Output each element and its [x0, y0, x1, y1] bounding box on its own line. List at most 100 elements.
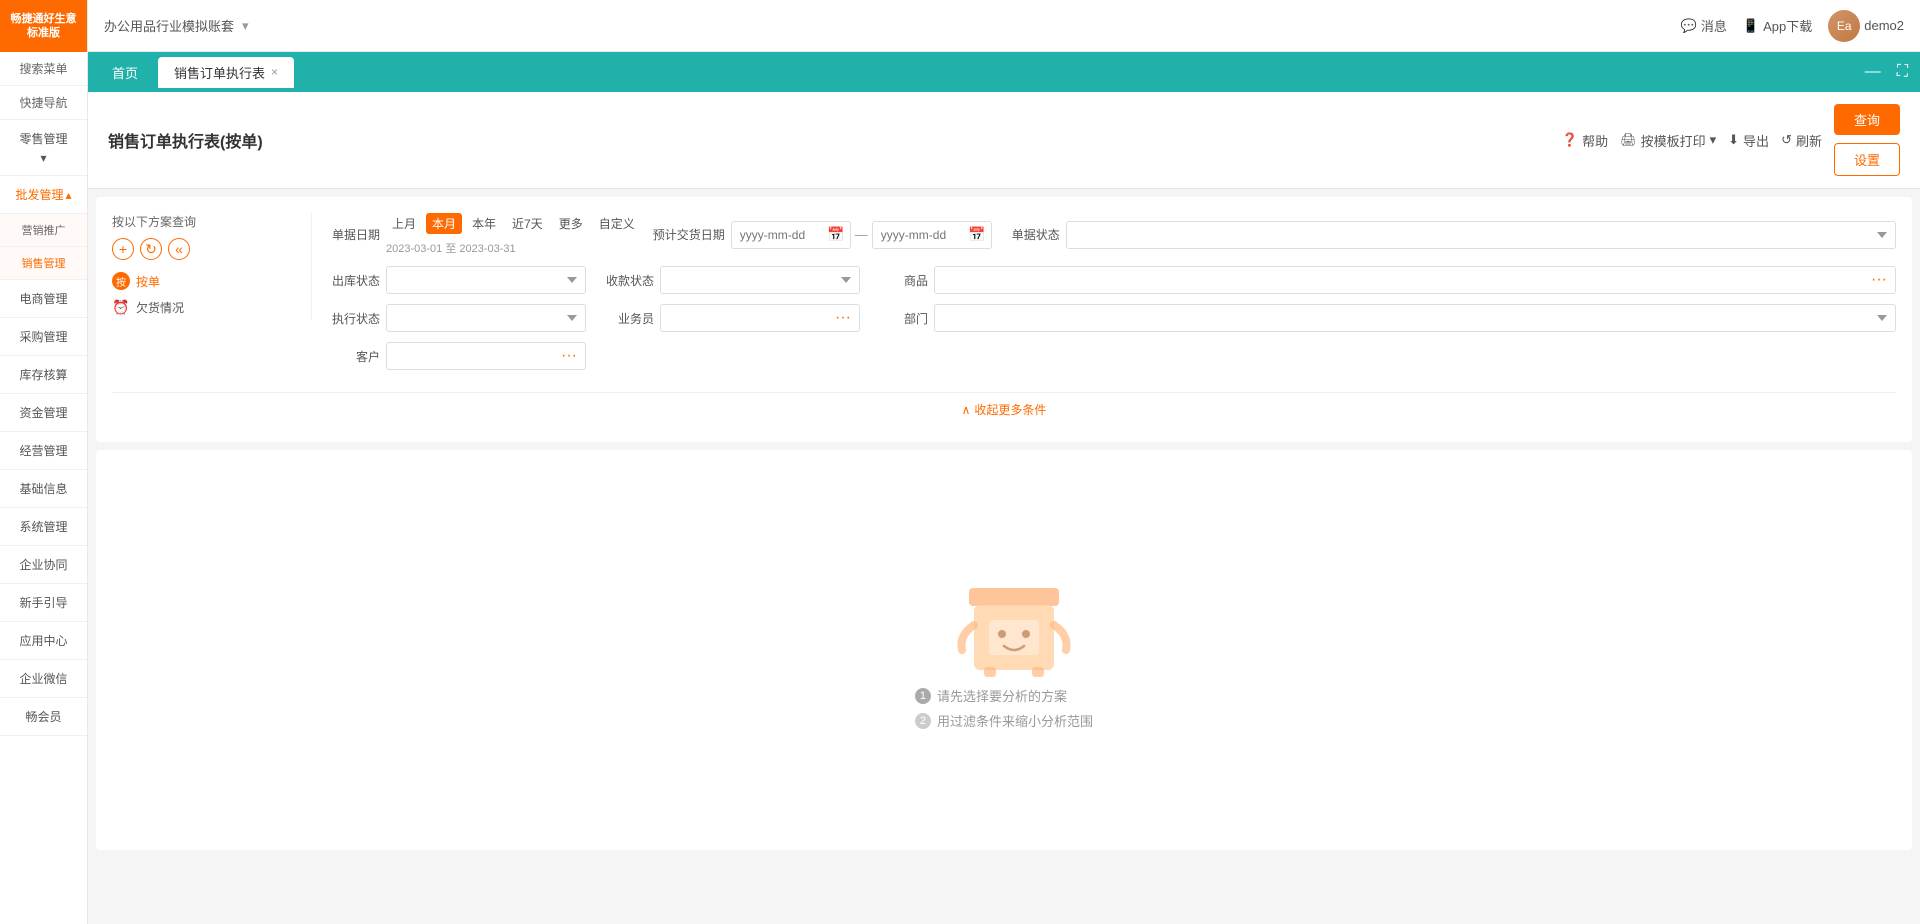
tabbar-actions: — ⛶: [1861, 59, 1912, 85]
exec-status-select[interactable]: [386, 304, 586, 332]
customer-dots-button[interactable]: ···: [561, 347, 577, 365]
bill-status-select[interactable]: [1066, 221, 1896, 249]
avatar: Ea: [1828, 10, 1860, 42]
tab-home[interactable]: 首页: [96, 57, 154, 88]
customer-input[interactable]: [395, 349, 557, 363]
filter-fields: 单据日期 上月 本月 本年 近7天 更多 自定义 20: [324, 213, 1896, 380]
sidebar-item-app-center[interactable]: 应用中心: [0, 622, 87, 660]
sidebar-item-retail[interactable]: 零售管理 ▾: [0, 120, 87, 176]
topbar-title: 办公用品行业模拟账套: [104, 16, 234, 35]
tab-close-icon[interactable]: ×: [271, 65, 278, 79]
expected-date-range: 📅 — 📅: [731, 221, 992, 249]
collapse-bar[interactable]: ∧ 收起更多条件: [112, 392, 1896, 426]
user-info[interactable]: Ea demo2: [1828, 10, 1904, 42]
mobile-icon: 📱: [1743, 18, 1759, 34]
collapse-scheme-button[interactable]: «: [168, 238, 190, 260]
sidebar-item-procurement[interactable]: 采购管理: [0, 318, 87, 356]
date-tab-current-year[interactable]: 本年: [466, 213, 502, 234]
expected-date-start-input[interactable]: [731, 221, 851, 249]
filter-field-outbound: 出库状态: [324, 266, 586, 294]
refresh-button[interactable]: ↺ 刷新: [1781, 131, 1822, 150]
sidebar-sub-item-sales[interactable]: 销售管理: [0, 247, 87, 280]
scheme-icon-order: 按: [112, 272, 130, 290]
filter-field-department: 部门: [872, 304, 1896, 332]
filter-field-expected-date: 预计交货日期 📅 — 📅: [653, 221, 992, 249]
sidebar-item-corp-wechat[interactable]: 企业微信: [0, 660, 87, 698]
sidebar-item-wholesale[interactable]: 批发管理 ▴: [0, 176, 87, 214]
scheme-label-debt: 欠货情况: [136, 299, 184, 316]
topbar-right: 💬 消息 📱 App下载 Ea demo2: [1681, 10, 1904, 42]
sidebar-item-finance[interactable]: 资金管理: [0, 394, 87, 432]
filter-panel: 按以下方案查询 + ↻ « 按 按单 ⏰ 欠货情况: [96, 197, 1912, 442]
date-tab-more[interactable]: 更多: [553, 213, 589, 234]
empty-svg: [954, 570, 1074, 680]
receipt-select[interactable]: [660, 266, 860, 294]
sidebar-item-member[interactable]: 畅会员: [0, 698, 87, 736]
customer-input-wrapper: ···: [386, 342, 586, 370]
filter-field-receipt: 收款状态: [598, 266, 860, 294]
refresh-scheme-button[interactable]: ↻: [140, 238, 162, 260]
scheme-item-debt[interactable]: ⏰ 欠货情况: [112, 294, 299, 320]
goods-input[interactable]: [943, 273, 1867, 287]
expected-date-end-input[interactable]: [872, 221, 992, 249]
sidebar-item-inventory[interactable]: 库存核算: [0, 356, 87, 394]
department-select[interactable]: [934, 304, 1896, 332]
scheme-item-by-order[interactable]: 按 按单: [112, 268, 299, 294]
date-tab-current-month[interactable]: 本月: [426, 213, 462, 234]
settings-button[interactable]: 设置: [1834, 143, 1900, 176]
sidebar-item-operations[interactable]: 经营管理: [0, 432, 87, 470]
sidebar-item-basic-info[interactable]: 基础信息: [0, 470, 87, 508]
add-scheme-button[interactable]: +: [112, 238, 134, 260]
export-button[interactable]: ⬇ 导出: [1728, 131, 1769, 150]
date-tabs: 上月 本月 本年 近7天 更多 自定义: [386, 213, 641, 234]
tip-num-2: 2: [915, 713, 931, 729]
chevron-up-icon: ▴: [65, 188, 71, 202]
template-print-label: 按模板打印: [1641, 131, 1706, 150]
template-print-button[interactable]: 🖨 按模板打印 ▾: [1620, 131, 1716, 150]
date-separator: —: [855, 227, 868, 242]
goods-dots-button[interactable]: ···: [1871, 271, 1887, 289]
sidebar-quick-nav[interactable]: 快捷导航: [0, 86, 87, 120]
sidebar-sub-item-marketing[interactable]: 营销推广: [0, 214, 87, 247]
sidebar-item-label: 新手引导: [19, 594, 67, 611]
export-label: 导出: [1743, 131, 1769, 150]
salesperson-label: 业务员: [598, 310, 654, 327]
salesperson-input[interactable]: [669, 311, 831, 325]
sidebar-item-label: 应用中心: [19, 632, 67, 649]
user-name: demo2: [1864, 18, 1904, 33]
date-tab-custom[interactable]: 自定义: [593, 213, 641, 234]
sidebar-item-newbie[interactable]: 新手引导: [0, 584, 87, 622]
chevron-down-icon: ▾: [40, 151, 46, 165]
message-button[interactable]: 💬 消息: [1681, 16, 1727, 35]
sidebar-search[interactable]: 搜索菜单: [0, 52, 87, 86]
tab-sales-execution[interactable]: 销售订单执行表 ×: [158, 57, 294, 88]
sidebar-item-ecommerce[interactable]: 电商管理: [0, 280, 87, 318]
tab-minimize-button[interactable]: —: [1861, 59, 1885, 85]
sidebar-item-label: 电商管理: [19, 290, 67, 307]
date-tab-last-month[interactable]: 上月: [386, 213, 422, 234]
help-button[interactable]: ❓ 帮助: [1562, 131, 1608, 150]
sidebar-item-system[interactable]: 系统管理: [0, 508, 87, 546]
page-title: 销售订单执行表(按单): [108, 128, 263, 152]
tab-maximize-button[interactable]: ⛶: [1893, 59, 1912, 85]
help-label: 帮助: [1582, 131, 1608, 150]
sidebar-sub-items-wholesale: 营销推广 销售管理: [0, 214, 87, 280]
bill-status-label: 单据状态: [1004, 226, 1060, 243]
query-button[interactable]: 查询: [1834, 104, 1900, 135]
customer-label: 客户: [324, 348, 380, 365]
salesperson-dots-button[interactable]: ···: [835, 309, 851, 327]
department-label: 部门: [872, 310, 928, 327]
tip-text-1: 请先选择要分析的方案: [937, 686, 1067, 705]
content-area: 1 请先选择要分析的方案 2 用过滤条件来缩小分析范围: [96, 450, 1912, 850]
date-tab-7days[interactable]: 近7天: [506, 213, 549, 234]
filter-field-exec-status: 执行状态: [324, 304, 586, 332]
empty-tip-1: 1 请先选择要分析的方案: [915, 686, 1093, 705]
expected-date-label: 预计交货日期: [653, 226, 725, 243]
scheme-actions: + ↻ «: [112, 238, 299, 260]
filter-field-date: 单据日期 上月 本月 本年 近7天 更多 自定义 20: [324, 213, 641, 256]
date-range-text: 2023-03-01 至 2023-03-31: [386, 240, 641, 256]
app-download-button[interactable]: 📱 App下载: [1743, 16, 1812, 35]
outbound-select[interactable]: [386, 266, 586, 294]
sidebar-item-corp-collab[interactable]: 企业协同: [0, 546, 87, 584]
print-dropdown-icon: ▾: [1710, 132, 1717, 148]
